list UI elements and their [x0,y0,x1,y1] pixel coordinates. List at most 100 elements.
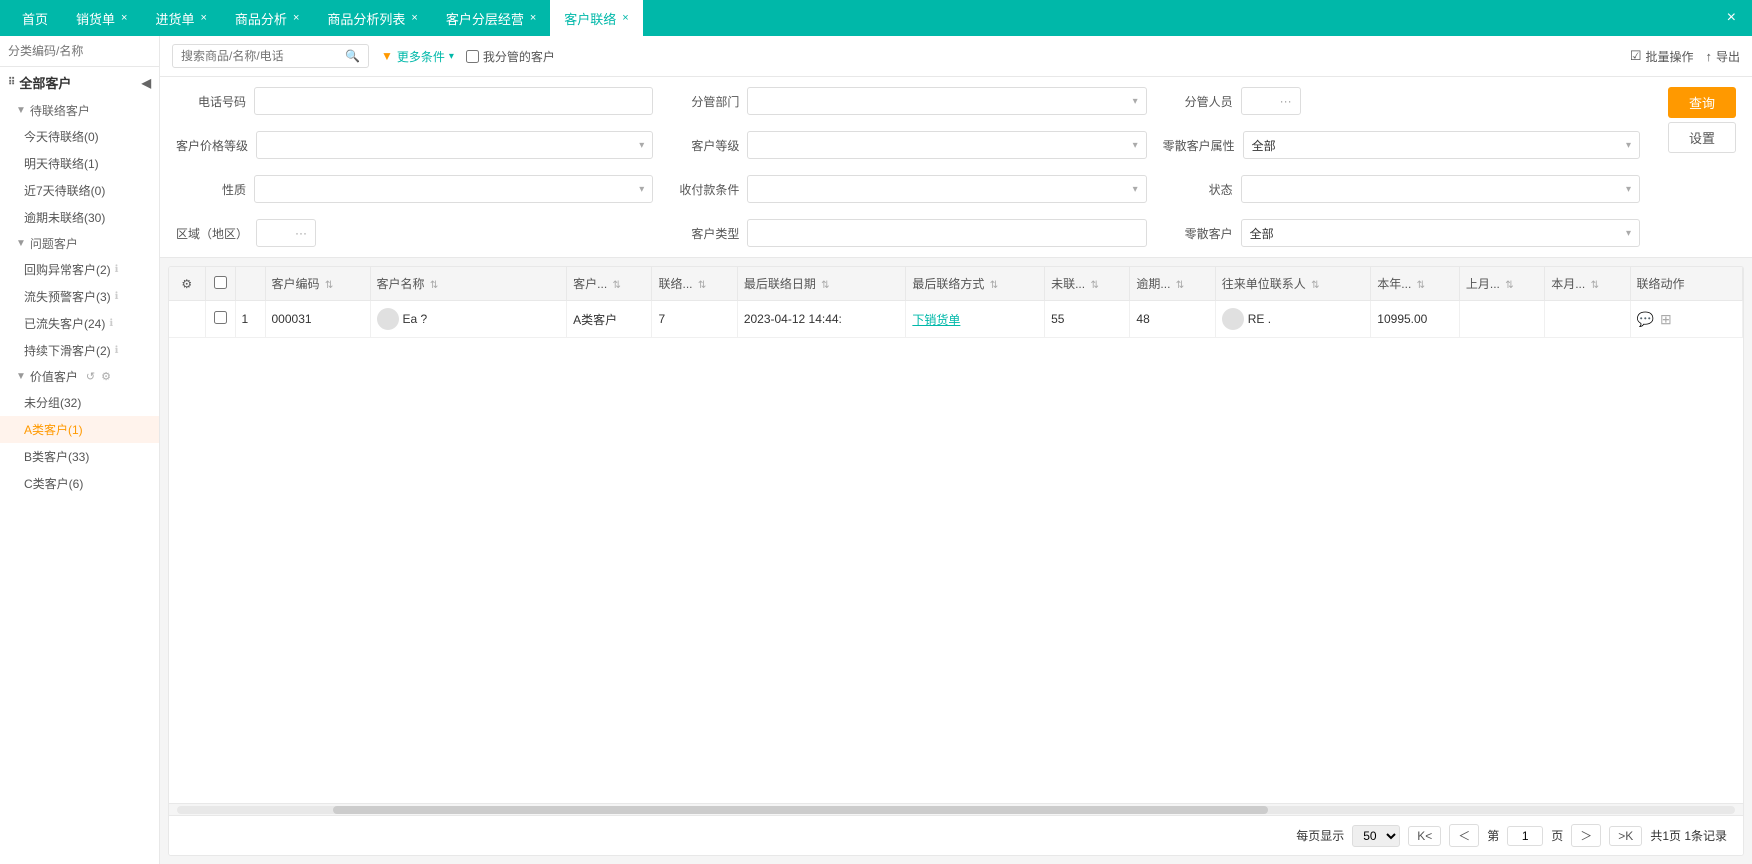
page-input[interactable] [1507,826,1543,846]
close-product-analysis-list[interactable]: × [411,12,417,24]
td-seq: 1 [235,301,265,338]
td-this-year: 10995.00 [1371,301,1460,338]
next-page-btn[interactable]: ＞ [1571,824,1601,847]
sidebar-item-today-pending[interactable]: 今天待联络(0) [0,123,159,150]
sidebar-item-churn-warning[interactable]: 流失预警客户(3) ℹ [0,283,159,310]
nav-purchase-order[interactable]: 进货单 × [141,0,220,36]
per-page-select[interactable]: 50 [1352,825,1400,847]
td-checkbox[interactable] [205,301,235,338]
sort-code: ⇅ [325,280,333,291]
close-all-tabs[interactable]: × [1719,9,1744,27]
unit-contact-avatar [1222,308,1244,330]
nav-product-analysis[interactable]: 商品分析 × [221,0,313,36]
sidebar-item-churned[interactable]: 已流失客户(24) ℹ [0,310,159,337]
th-no-contact[interactable]: 未联... ⇅ [1045,267,1130,301]
close-product-analysis[interactable]: × [293,12,299,24]
row-checkbox[interactable] [214,311,227,324]
filter-dept-label: 分管部门 [669,93,739,110]
td-last-contact-method[interactable]: 下销货单 [906,301,1045,338]
batch-op-btn[interactable]: ☑ 批量操作 [1630,48,1694,65]
query-button[interactable]: 查询 [1668,87,1736,118]
sidebar-item-a-class[interactable]: A类客户(1) [0,416,159,443]
th-checkbox[interactable] [205,267,235,301]
nav-customer-tier[interactable]: 客户分层经营 × [432,0,550,36]
last-contact-method-link[interactable]: 下销货单 [912,313,960,327]
sidebar-item-b-class[interactable]: B类客户(33) [0,443,159,470]
first-page-btn[interactable]: K< [1408,826,1441,846]
filter-payment-select[interactable]: ▾ [747,175,1146,203]
pending-group-label: 待联络客户 [30,102,90,119]
filter-phone-input[interactable] [254,87,653,115]
nav-sales-order[interactable]: 销货单 × [62,0,141,36]
grid-icon: ⠿ [8,77,15,88]
my-customers-check[interactable] [466,50,479,63]
last-page-btn[interactable]: >K [1609,826,1642,846]
value-group-title[interactable]: ▼ 价值客户 ↺ ⚙ [0,364,159,389]
select-all-checkbox[interactable] [214,276,227,289]
sidebar: 🔍 ⠿ 全部客户 ◀ ▼ 待联络客户 今天待联络(0) 明天待联络(1) 近7天… [0,36,160,864]
filter-status-select[interactable]: ▾ [1241,175,1640,203]
th-last-contact-method[interactable]: 最后联络方式 ⇅ [906,267,1045,301]
close-customer-tier[interactable]: × [530,12,536,24]
my-customers-checkbox[interactable]: 我分管的客户 [466,48,555,65]
close-sales-order[interactable]: × [121,12,127,24]
filter-row-2: 客户价格等级 ▾ 客户等级 ▾ [176,131,1656,159]
export-btn[interactable]: ↑ 导出 [1705,48,1740,65]
filter-retail-attr-select[interactable]: 全部 ▾ [1243,131,1640,159]
sidebar-item-c-class[interactable]: C类客户(6) [0,470,159,497]
value-group-label: 价值客户 [30,368,78,385]
pending-group-title[interactable]: ▼ 待联络客户 [0,98,159,123]
problem-arrow: ▼ [16,238,26,249]
nav-home[interactable]: 首页 [8,0,62,36]
all-customers-header[interactable]: ⠿ 全部客户 ◀ [0,67,159,98]
filter-customer-level-select[interactable]: ▾ [747,131,1146,159]
sort-last-contact-method: ⇅ [990,280,998,291]
close-customer-contact[interactable]: × [622,12,628,24]
th-category[interactable]: 客户... ⇅ [567,267,652,301]
th-settings[interactable]: ⚙ [169,267,205,301]
value-group-settings[interactable]: ⚙ [101,370,111,383]
filter-search-icon[interactable]: 🔍 [345,49,360,63]
filter-nature-select[interactable]: ▾ [254,175,653,203]
th-last-contact-date[interactable]: 最后联络日期 ⇅ [737,267,906,301]
qr-icon[interactable]: ⊞ [1660,311,1672,328]
prev-page-btn[interactable]: ＜ [1449,824,1479,847]
problem-group-title[interactable]: ▼ 问题客户 [0,231,159,256]
more-conditions-btn[interactable]: ▼ 更多条件 ▾ [381,48,454,65]
th-this-year[interactable]: 本年... ⇅ [1371,267,1460,301]
sidebar-item-ungrouped[interactable]: 未分组(32) [0,389,159,416]
sidebar-item-declining[interactable]: 持续下滑客户(2) ℹ [0,337,159,364]
close-purchase-order[interactable]: × [200,12,206,24]
sidebar-item-tomorrow-pending[interactable]: 明天待联络(1) [0,150,159,177]
th-contact[interactable]: 联络... ⇅ [652,267,737,301]
table-scrollbar[interactable] [169,803,1743,815]
th-last-month[interactable]: 上月... ⇅ [1459,267,1544,301]
settings-button[interactable]: 设置 [1668,122,1736,153]
td-code: 000031 [265,301,370,338]
filter-search-box: 🔍 [172,44,369,68]
sidebar-item-overdue-pending[interactable]: 逾期未联络(30) [0,204,159,231]
filter-dept-select[interactable]: ▾ [747,87,1146,115]
sidebar-item-repurchase-abnormal[interactable]: 回购异常客户(2) ℹ [0,256,159,283]
filter-search-input[interactable] [181,49,341,63]
collapse-icon[interactable]: ◀ [142,76,151,90]
filter-region-dots[interactable]: ··· [256,219,316,247]
nav-product-analysis-list[interactable]: 商品分析列表 × [313,0,431,36]
th-name[interactable]: 客户名称 ⇅ [370,267,567,301]
th-unit-contact[interactable]: 往来单位联系人 ⇅ [1215,267,1371,301]
th-overdue[interactable]: 逾期... ⇅ [1130,267,1215,301]
filter-customer-type-input[interactable] [747,219,1146,247]
value-group-refresh[interactable]: ↺ [86,370,95,383]
td-category: A类客户 [567,301,652,338]
th-code[interactable]: 客户编码 ⇅ [265,267,370,301]
filter-person-dots[interactable]: ··· [1241,87,1301,115]
th-this-month[interactable]: 本月... ⇅ [1545,267,1630,301]
chat-icon[interactable]: 💬 [1637,311,1654,328]
filter-price-level-select[interactable]: ▾ [256,131,653,159]
filter-retail-attr-value: 全部 [1252,137,1276,154]
sidebar-search-input[interactable] [8,44,160,58]
filter-retail-customer-select[interactable]: 全部 ▾ [1241,219,1640,247]
td-contact-action: 💬 ⊞ [1630,301,1742,338]
sidebar-item-7days-pending[interactable]: 近7天待联络(0) [0,177,159,204]
nav-customer-contact[interactable]: 客户联络 × [550,0,642,36]
